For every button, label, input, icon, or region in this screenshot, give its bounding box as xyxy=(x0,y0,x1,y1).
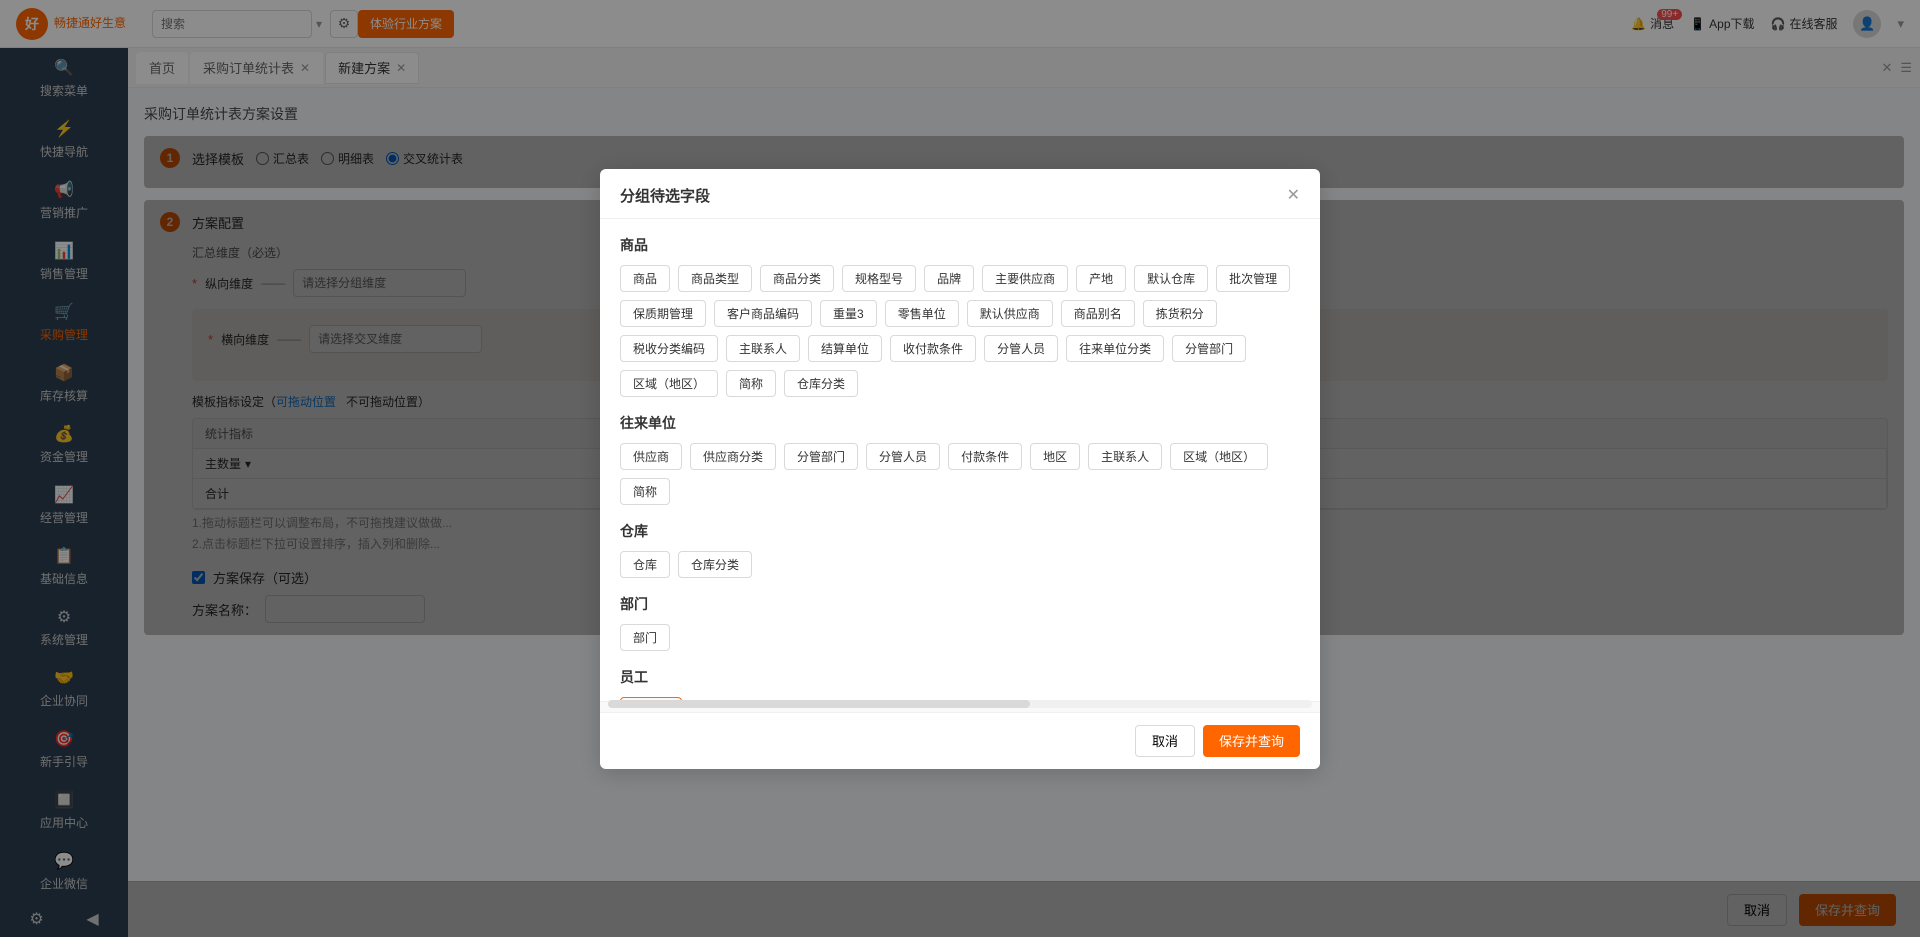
field-tag-warehouse-cat[interactable]: 仓库分类 xyxy=(678,551,752,578)
field-tag-product[interactable]: 商品 xyxy=(620,265,670,292)
field-tag-warehouse-category[interactable]: 仓库分类 xyxy=(784,370,858,397)
field-tag-area[interactable]: 地区 xyxy=(1030,443,1080,470)
modal-scrollbar-thumb[interactable] xyxy=(608,700,1030,708)
field-group-department: 部门 部门 xyxy=(620,594,1300,651)
field-tag-partner-category[interactable]: 往来单位分类 xyxy=(1066,335,1164,362)
field-tags-department: 部门 xyxy=(620,624,1300,651)
field-tag-partner-short[interactable]: 简称 xyxy=(620,478,670,505)
field-tag-default-warehouse[interactable]: 默认仓库 xyxy=(1134,265,1208,292)
field-tag-department[interactable]: 部门 xyxy=(620,624,670,651)
field-tag-retail-unit[interactable]: 零售单位 xyxy=(885,300,959,327)
field-group-product-title: 商品 xyxy=(620,235,1300,255)
field-tag-batch-mgmt[interactable]: 批次管理 xyxy=(1216,265,1290,292)
field-tag-supervisor[interactable]: 分管人员 xyxy=(984,335,1058,362)
field-group-department-title: 部门 xyxy=(620,594,1300,614)
field-tag-short-name[interactable]: 简称 xyxy=(726,370,776,397)
field-tag-product-alias[interactable]: 商品别名 xyxy=(1061,300,1135,327)
field-group-partner-title: 往来单位 xyxy=(620,413,1300,433)
field-tag-origin[interactable]: 产地 xyxy=(1076,265,1126,292)
field-tag-product-category[interactable]: 商品分类 xyxy=(760,265,834,292)
field-tag-default-supplier[interactable]: 默认供应商 xyxy=(967,300,1053,327)
field-select-modal: 分组待选字段 ✕ 商品 商品 商品类型 商品分类 规格型号 品牌 主要供应商 产… xyxy=(600,169,1320,769)
field-tag-product-type[interactable]: 商品类型 xyxy=(678,265,752,292)
field-tag-warehouse[interactable]: 仓库 xyxy=(620,551,670,578)
modal-horizontal-scrollbar[interactable] xyxy=(608,700,1312,708)
field-tag-supplier-category[interactable]: 供应商分类 xyxy=(690,443,776,470)
field-tag-pay-terms[interactable]: 付款条件 xyxy=(948,443,1022,470)
field-tag-region[interactable]: 区域（地区） xyxy=(620,370,718,397)
field-tag-main-supplier[interactable]: 主要供应商 xyxy=(982,265,1068,292)
field-tag-pick-points[interactable]: 拣货积分 xyxy=(1143,300,1217,327)
field-group-warehouse-title: 仓库 xyxy=(620,521,1300,541)
field-tag-partner-dept[interactable]: 分管部门 xyxy=(784,443,858,470)
field-tags-warehouse: 仓库 仓库分类 xyxy=(620,551,1300,578)
field-tag-brand[interactable]: 品牌 xyxy=(924,265,974,292)
modal-header: 分组待选字段 ✕ xyxy=(600,169,1320,219)
field-tag-customer-code[interactable]: 客户商品编码 xyxy=(714,300,812,327)
modal-close-button[interactable]: ✕ xyxy=(1287,185,1300,205)
modal-cancel-button[interactable]: 取消 xyxy=(1135,725,1195,757)
field-group-employee: 员工 业务员 xyxy=(620,667,1300,701)
field-tag-dept[interactable]: 分管部门 xyxy=(1172,335,1246,362)
field-tags-partner: 供应商 供应商分类 分管部门 分管人员 付款条件 地区 主联系人 区域（地区） … xyxy=(620,443,1300,505)
field-tag-settlement-unit[interactable]: 结算单位 xyxy=(808,335,882,362)
field-tag-tax-code[interactable]: 税收分类编码 xyxy=(620,335,718,362)
modal-title: 分组待选字段 xyxy=(620,185,710,206)
modal-overlay: 分组待选字段 ✕ 商品 商品 商品类型 商品分类 规格型号 品牌 主要供应商 产… xyxy=(0,0,1920,937)
field-tag-weight[interactable]: 重量3 xyxy=(820,300,877,327)
field-tag-partner-supervisor[interactable]: 分管人员 xyxy=(866,443,940,470)
field-group-employee-title: 员工 xyxy=(620,667,1300,687)
modal-confirm-button[interactable]: 保存并查询 xyxy=(1203,725,1300,757)
field-tag-payment-terms[interactable]: 收付款条件 xyxy=(890,335,976,362)
field-tag-spec-model[interactable]: 规格型号 xyxy=(842,265,916,292)
field-group-warehouse: 仓库 仓库 仓库分类 xyxy=(620,521,1300,578)
modal-footer: 取消 保存并查询 xyxy=(600,712,1320,769)
field-tag-partner-contact[interactable]: 主联系人 xyxy=(1088,443,1162,470)
modal-scrollbar-area xyxy=(600,701,1320,712)
field-group-product: 商品 商品 商品类型 商品分类 规格型号 品牌 主要供应商 产地 默认仓库 批次… xyxy=(620,235,1300,397)
field-group-partner: 往来单位 供应商 供应商分类 分管部门 分管人员 付款条件 地区 主联系人 区域… xyxy=(620,413,1300,505)
modal-body: 商品 商品 商品类型 商品分类 规格型号 品牌 主要供应商 产地 默认仓库 批次… xyxy=(600,219,1320,701)
field-tag-supplier[interactable]: 供应商 xyxy=(620,443,682,470)
field-tag-shelf-life[interactable]: 保质期管理 xyxy=(620,300,706,327)
field-tags-product: 商品 商品类型 商品分类 规格型号 品牌 主要供应商 产地 默认仓库 批次管理 … xyxy=(620,265,1300,397)
field-tag-partner-region[interactable]: 区域（地区） xyxy=(1170,443,1268,470)
field-tag-main-contact[interactable]: 主联系人 xyxy=(726,335,800,362)
